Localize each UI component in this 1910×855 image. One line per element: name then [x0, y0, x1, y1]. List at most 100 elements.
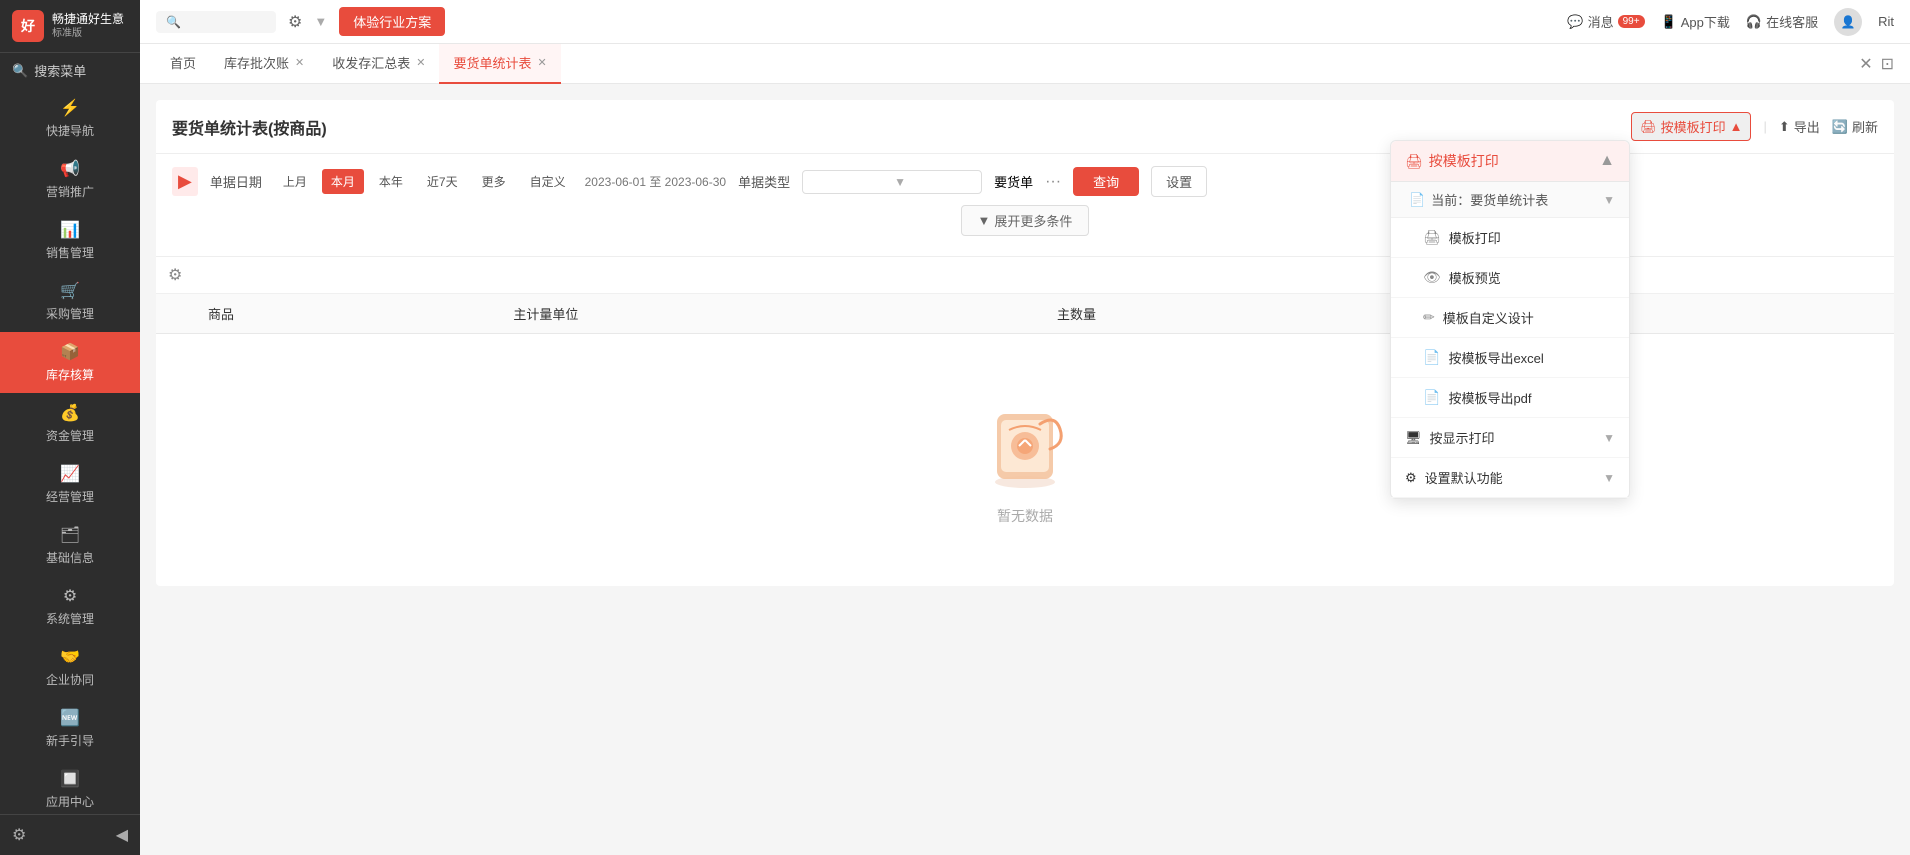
table-area: ⚙ 商品 主计量单位 主数量 零售金额	[156, 257, 1894, 586]
dropdown-current-chevron: ▼	[1603, 193, 1615, 207]
operation-icon: 📈	[60, 464, 80, 484]
window-close-icon[interactable]: ✕	[1859, 54, 1872, 74]
guide-icon: 🆕	[60, 708, 80, 728]
search-icon: 🔍	[12, 63, 28, 79]
app-name: 畅捷通好生意	[52, 12, 124, 28]
tab-order-stats[interactable]: 要货单统计表 ✕	[439, 44, 560, 84]
topbar-service[interactable]: 🎧 在线客服	[1746, 12, 1818, 31]
dropdown-section-display-print[interactable]: 🖥 按显示打印 ▼	[1391, 418, 1629, 458]
sidebar-item-collab[interactable]: 🤝 企业协同	[0, 637, 140, 698]
col-checkbox	[156, 294, 196, 334]
empty-text: 暂无数据	[997, 506, 1053, 526]
sidebar-item-guide[interactable]: 🆕 新手引导	[0, 698, 140, 759]
type-select[interactable]: ▼	[802, 170, 982, 194]
basic-icon: 🗂	[60, 525, 80, 545]
display-print-icon: 🖥	[1405, 430, 1422, 446]
dropdown-item-export-pdf[interactable]: 📄 按模板导出pdf	[1391, 378, 1629, 418]
page-title-bar: 要货单统计表(按商品) 🖨 按模板打印 ▲ | ⬆ 导出 🔄 刷新	[156, 100, 1894, 154]
tab-inventory-batch[interactable]: 库存批次账 ✕	[210, 44, 318, 84]
export-excel-icon: 📄	[1423, 349, 1440, 366]
collapse-icon[interactable]: ◀	[116, 825, 128, 845]
topbar-divider: ▼	[314, 14, 327, 29]
finance-icon: 💰	[60, 403, 80, 423]
logo-icon: 好	[12, 10, 44, 42]
col-product: 商品	[196, 294, 501, 334]
template-design-icon: ✏	[1423, 309, 1435, 326]
window-controls: ✕ ⊡	[1859, 54, 1894, 74]
yaohuodan-label: 要货单	[994, 172, 1033, 191]
sidebar-item-system[interactable]: ⚙ 系统管理	[0, 576, 140, 637]
print-btn[interactable]: 🖨 按模板打印 ▲	[1631, 112, 1751, 141]
col-quantity: 主数量	[1045, 294, 1430, 334]
table-gear-icon[interactable]: ⚙	[168, 265, 182, 285]
data-table: 商品 主计量单位 主数量 零售金额	[156, 294, 1894, 334]
system-icon: ⚙	[63, 586, 77, 606]
tab-receipt-summary[interactable]: 收发存汇总表 ✕	[318, 44, 439, 84]
sidebar-item-finance[interactable]: 💰 资金管理	[0, 393, 140, 454]
query-btn[interactable]: 查询	[1073, 167, 1139, 196]
sidebar-item-quick-nav[interactable]: ⚡ 快捷导航	[0, 88, 140, 149]
col-unit: 主计量单位	[501, 294, 1045, 334]
date-current-year[interactable]: 本年	[370, 169, 412, 194]
sidebar-item-sales[interactable]: 📊 销售管理	[0, 210, 140, 271]
dropdown-current-template[interactable]: 📄 当前：要货单统计表 ▼	[1391, 182, 1629, 218]
dropdown-item-template-print[interactable]: 🖨 模板打印	[1391, 218, 1629, 258]
dropdown-current-icon: 📄	[1409, 192, 1425, 208]
settings-btn[interactable]: 设置	[1151, 166, 1207, 197]
tab-home[interactable]: 首页	[156, 44, 210, 84]
template-print-icon: 🖨	[1423, 229, 1441, 246]
empty-state: 暂无数据	[156, 334, 1894, 586]
topbar-app-download[interactable]: 📱 App下载	[1661, 12, 1730, 31]
avatar[interactable]: 👤	[1834, 8, 1862, 36]
topbar: 🔍 ⚙ ▼ 体验行业方案 💬 消息 99+ 📱 App下载 🎧 在线客服 👤 R…	[140, 0, 1910, 44]
service-icon: 🎧	[1746, 14, 1762, 30]
search-menu-btn[interactable]: 🔍 搜索菜单	[0, 53, 140, 88]
dropdown-close-icon[interactable]: ▲	[1599, 152, 1615, 170]
more-options-icon[interactable]: ···	[1045, 173, 1061, 191]
tab-close-inventory-batch[interactable]: ✕	[295, 56, 304, 69]
topbar-search-icon: 🔍	[166, 15, 181, 29]
date-prev-month[interactable]: 上月	[274, 169, 316, 194]
export-pdf-icon: 📄	[1423, 389, 1440, 406]
display-print-chevron: ▼	[1603, 431, 1615, 445]
date-current-month[interactable]: 本月	[322, 169, 364, 194]
topbar-search[interactable]: 🔍	[156, 11, 276, 33]
dropdown-item-template-preview[interactable]: 👁 模板预览	[1391, 258, 1629, 298]
trial-btn[interactable]: 体验行业方案	[339, 7, 445, 36]
date-buttons: 上月 本月 本年 近7天 更多 自定义 2023-06-01 至 2023-06…	[274, 169, 726, 194]
sidebar-item-apps[interactable]: 🔲 应用中心	[0, 759, 140, 814]
export-btn[interactable]: ⬆ 导出	[1779, 117, 1820, 136]
date-more[interactable]: 更多	[473, 169, 515, 194]
sidebar-item-inventory[interactable]: 📦 库存核算	[0, 332, 140, 393]
expand-more-btn[interactable]: ▼ 展开更多条件	[961, 205, 1090, 236]
sidebar-item-operation[interactable]: 📈 经营管理	[0, 454, 140, 515]
dropdown-title: 按模板打印	[1429, 151, 1499, 171]
refresh-btn[interactable]: 🔄 刷新	[1832, 117, 1878, 136]
expand-more-icon: ▼	[978, 213, 991, 228]
tab-close-receipt-summary[interactable]: ✕	[416, 56, 425, 69]
sidebar-item-purchase[interactable]: 🛒 采购管理	[0, 271, 140, 332]
settings-icon[interactable]: ⚙	[12, 825, 26, 845]
date-custom[interactable]: 自定义	[521, 169, 575, 194]
sidebar-item-marketing[interactable]: 📢 营销推广	[0, 149, 140, 210]
dropdown-item-export-excel[interactable]: 📄 按模板导出excel	[1391, 338, 1629, 378]
dropdown-item-template-design[interactable]: ✏ 模板自定义设计	[1391, 298, 1629, 338]
table-toolbar: ⚙	[156, 257, 1894, 294]
sidebar-item-basic[interactable]: 🗂 基础信息	[0, 515, 140, 576]
topbar-message[interactable]: 💬 消息 99+	[1567, 12, 1644, 31]
date-last7[interactable]: 近7天	[418, 169, 467, 194]
topbar-gear-icon[interactable]: ⚙	[288, 12, 302, 32]
filter-expand-icon[interactable]: ▶	[172, 167, 198, 196]
tabbar: 首页 库存批次账 ✕ 收发存汇总表 ✕ 要货单统计表 ✕ ✕ ⊡	[140, 44, 1910, 84]
dropdown-section-default-func[interactable]: ⚙ 设置默认功能 ▼	[1391, 458, 1629, 498]
tab-close-order-stats[interactable]: ✕	[538, 56, 547, 69]
dropdown-print-icon: 🖨	[1405, 153, 1423, 170]
collab-icon: 🤝	[60, 647, 80, 667]
quick-nav-icon: ⚡	[60, 98, 80, 118]
window-expand-icon[interactable]: ⊡	[1881, 54, 1894, 74]
template-preview-icon: 👁	[1423, 269, 1441, 286]
sidebar-bottom: ⚙ ◀	[0, 814, 140, 855]
dropdown-header: 🖨 按模板打印 ▲	[1391, 141, 1629, 182]
sidebar-logo: 好 畅捷通好生意 标准版	[0, 0, 140, 53]
dropdown-menu: 🖨 按模板打印 ▲ 📄 当前：要货单统计表 ▼ 🖨 模板打印 👁	[1390, 140, 1630, 499]
